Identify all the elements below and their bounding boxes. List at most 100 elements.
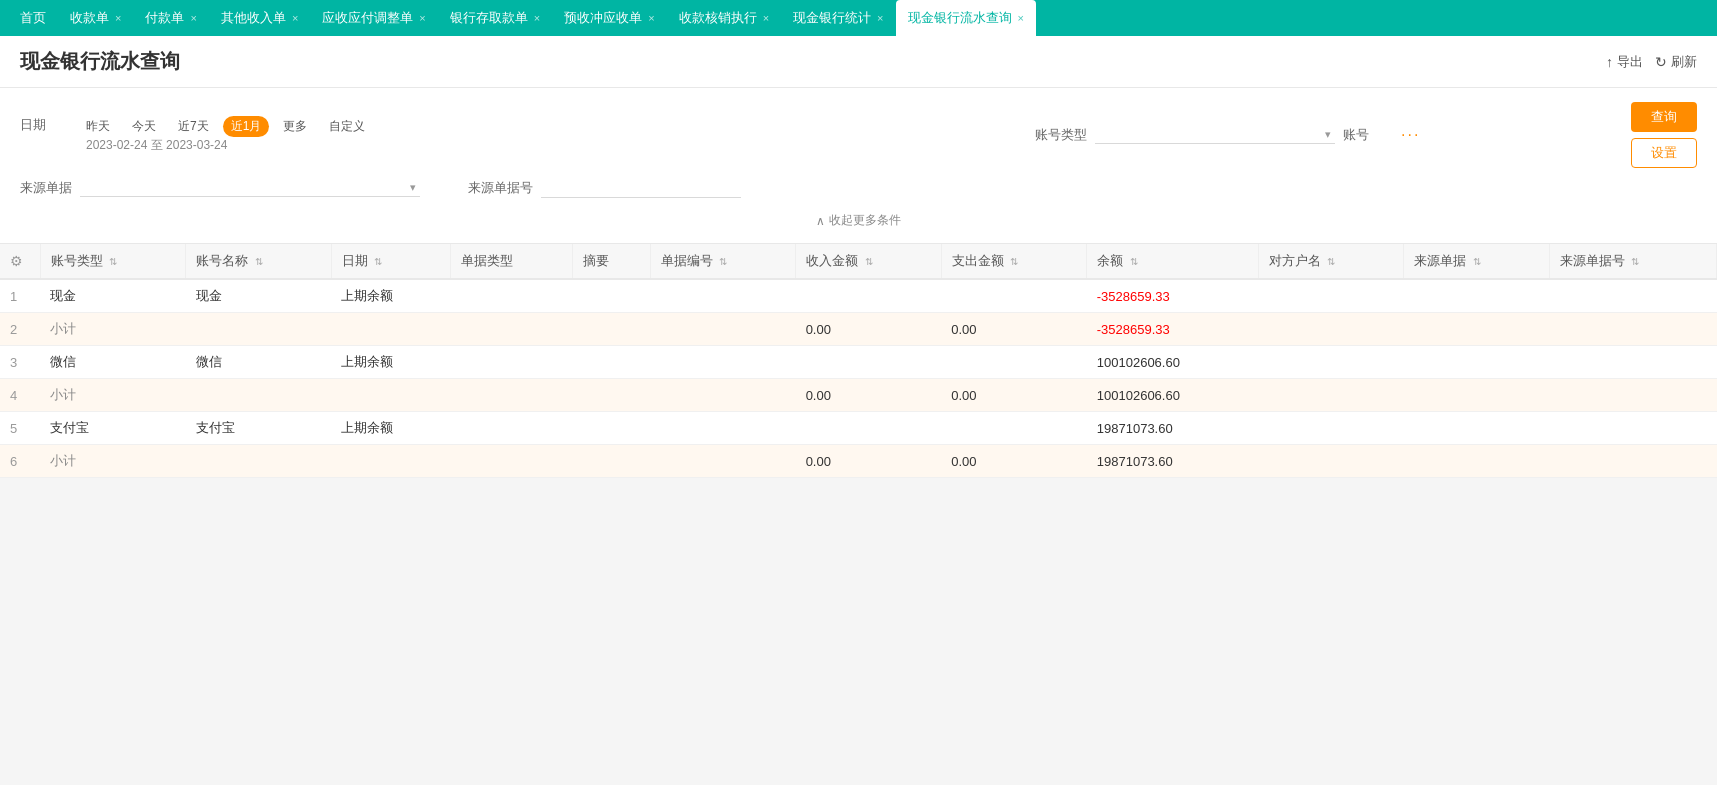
close-other-income-icon[interactable]: × bbox=[292, 12, 298, 24]
nav-home[interactable]: 首页 bbox=[8, 0, 58, 36]
cell-doc-no bbox=[650, 279, 796, 313]
table-row[interactable]: 2 小计 0.00 0.00 -3528659.33 bbox=[0, 313, 1717, 346]
cell-date: 上期余额 bbox=[331, 412, 451, 445]
sort-account-name-icon[interactable]: ⇅ bbox=[255, 256, 263, 267]
cell-balance: 19871073.60 bbox=[1087, 412, 1258, 445]
nav-advance-offset[interactable]: 预收冲应收单 × bbox=[552, 0, 666, 36]
close-verify-exec-icon[interactable]: × bbox=[763, 12, 769, 24]
close-cash-bank-flow-icon[interactable]: × bbox=[1018, 12, 1024, 24]
cell-account-name: 支付宝 bbox=[186, 412, 332, 445]
close-receipts-icon[interactable]: × bbox=[115, 12, 121, 24]
cell-counterparty bbox=[1258, 346, 1404, 379]
cell-summary bbox=[572, 313, 650, 346]
sort-doc-no-icon[interactable]: ⇅ bbox=[719, 256, 727, 267]
col-income[interactable]: 收入金额 ⇅ bbox=[796, 244, 942, 279]
cell-summary bbox=[572, 379, 650, 412]
cell-account-name bbox=[186, 379, 332, 412]
cell-expense: 0.00 bbox=[941, 313, 1087, 346]
sort-date-icon[interactable]: ⇅ bbox=[374, 256, 382, 267]
cell-source-doc bbox=[1404, 346, 1550, 379]
date-btn-today[interactable]: 今天 bbox=[124, 116, 164, 137]
nav-verify-exec[interactable]: 收款核销执行 × bbox=[667, 0, 781, 36]
nav-other-income[interactable]: 其他收入单 × bbox=[209, 0, 310, 36]
close-ap-adjust-icon[interactable]: × bbox=[419, 12, 425, 24]
col-doc-type: 单据类型 bbox=[451, 244, 572, 279]
close-cash-bank-stat-icon[interactable]: × bbox=[877, 12, 883, 24]
date-range-display: 2023-02-24 至 2023-03-24 bbox=[86, 137, 373, 154]
sort-balance-icon[interactable]: ⇅ bbox=[1130, 256, 1138, 267]
account-label: 账号 bbox=[1343, 126, 1393, 144]
date-btn-1month[interactable]: 近1月 bbox=[223, 116, 270, 137]
more-options-icon[interactable]: ··· bbox=[1401, 126, 1420, 144]
date-btn-yesterday[interactable]: 昨天 bbox=[78, 116, 118, 137]
cell-source-doc-no bbox=[1549, 279, 1716, 313]
filter-row-2: 来源单据 ▾ 来源单据号 bbox=[20, 178, 1697, 198]
col-doc-no[interactable]: 单据编号 ⇅ bbox=[650, 244, 796, 279]
cell-doc-no bbox=[650, 313, 796, 346]
col-counterparty[interactable]: 对方户名 ⇅ bbox=[1258, 244, 1404, 279]
refresh-button[interactable]: ↻ 刷新 bbox=[1655, 53, 1697, 71]
date-btn-custom[interactable]: 自定义 bbox=[321, 116, 373, 137]
col-settings[interactable]: ⚙ bbox=[0, 244, 40, 279]
account-type-label: 账号类型 bbox=[1035, 126, 1087, 144]
date-btn-7days[interactable]: 近7天 bbox=[170, 116, 217, 137]
cell-counterparty bbox=[1258, 279, 1404, 313]
cell-source-doc-no bbox=[1549, 346, 1716, 379]
sort-expense-icon[interactable]: ⇅ bbox=[1010, 256, 1018, 267]
cell-summary bbox=[572, 346, 650, 379]
table-row[interactable]: 6 小计 0.00 0.00 19871073.60 bbox=[0, 445, 1717, 478]
source-doc-chevron-icon: ▾ bbox=[410, 181, 416, 194]
nav-bank-deposit[interactable]: 银行存取款单 × bbox=[438, 0, 552, 36]
gear-icon[interactable]: ⚙ bbox=[10, 253, 23, 269]
table-row[interactable]: 1 现金 现金 上期余额 -3528659.33 bbox=[0, 279, 1717, 313]
cell-account-name bbox=[186, 313, 332, 346]
close-advance-offset-icon[interactable]: × bbox=[648, 12, 654, 24]
col-expense[interactable]: 支出金额 ⇅ bbox=[941, 244, 1087, 279]
query-button[interactable]: 查询 bbox=[1631, 102, 1697, 132]
date-btn-more[interactable]: 更多 bbox=[275, 116, 315, 137]
nav-payments[interactable]: 付款单 × bbox=[133, 0, 208, 36]
collapse-bar[interactable]: ∧ 收起更多条件 bbox=[20, 208, 1697, 233]
sort-account-type-icon[interactable]: ⇅ bbox=[109, 256, 117, 267]
source-doc-select[interactable]: ▾ bbox=[80, 179, 420, 197]
cell-expense bbox=[941, 412, 1087, 445]
col-date[interactable]: 日期 ⇅ bbox=[331, 244, 451, 279]
cell-date bbox=[331, 313, 451, 346]
source-doc-no-input[interactable] bbox=[541, 178, 741, 198]
chevron-down-icon: ▾ bbox=[1325, 128, 1331, 141]
cell-source-doc bbox=[1404, 445, 1550, 478]
col-source-doc[interactable]: 来源单据 ⇅ bbox=[1404, 244, 1550, 279]
sort-income-icon[interactable]: ⇅ bbox=[865, 256, 873, 267]
cell-doc-type bbox=[451, 445, 572, 478]
col-source-doc-no[interactable]: 来源单据号 ⇅ bbox=[1549, 244, 1716, 279]
sort-counterparty-icon[interactable]: ⇅ bbox=[1327, 256, 1335, 267]
cell-doc-no bbox=[650, 412, 796, 445]
data-table: ⚙ 账号类型 ⇅ 账号名称 ⇅ 日期 ⇅ 单据类型 摘要 bbox=[0, 244, 1717, 478]
table-row[interactable]: 3 微信 微信 上期余额 100102606.60 bbox=[0, 346, 1717, 379]
col-balance[interactable]: 余额 ⇅ bbox=[1087, 244, 1258, 279]
nav-cash-bank-flow[interactable]: 现金银行流水查询 × bbox=[896, 0, 1036, 36]
export-button[interactable]: ↑ 导出 bbox=[1606, 53, 1643, 71]
col-account-name[interactable]: 账号名称 ⇅ bbox=[186, 244, 332, 279]
cell-summary bbox=[572, 412, 650, 445]
page-header: 现金银行流水查询 ↑ 导出 ↻ 刷新 bbox=[0, 36, 1717, 88]
table-row[interactable]: 4 小计 0.00 0.00 100102606.60 bbox=[0, 379, 1717, 412]
cell-income bbox=[796, 346, 942, 379]
account-type-select[interactable]: ▾ bbox=[1095, 126, 1335, 144]
table-row[interactable]: 5 支付宝 支付宝 上期余额 19871073.60 bbox=[0, 412, 1717, 445]
col-account-type[interactable]: 账号类型 ⇅ bbox=[40, 244, 186, 279]
setting-button[interactable]: 设置 bbox=[1631, 138, 1697, 168]
date-label: 日期 bbox=[20, 116, 70, 134]
nav-cash-bank-stat[interactable]: 现金银行统计 × bbox=[781, 0, 895, 36]
sort-source-doc-no-icon[interactable]: ⇅ bbox=[1631, 256, 1639, 267]
close-bank-deposit-icon[interactable]: × bbox=[534, 12, 540, 24]
cell-account-type: 现金 bbox=[40, 279, 186, 313]
close-payments-icon[interactable]: × bbox=[190, 12, 196, 24]
cell-balance: 19871073.60 bbox=[1087, 445, 1258, 478]
cell-date bbox=[331, 445, 451, 478]
nav-receipts[interactable]: 收款单 × bbox=[58, 0, 133, 36]
collapse-icon: ∧ bbox=[816, 214, 825, 228]
cell-income: 0.00 bbox=[796, 379, 942, 412]
sort-source-doc-icon[interactable]: ⇅ bbox=[1473, 256, 1481, 267]
nav-ap-adjust[interactable]: 应收应付调整单 × bbox=[310, 0, 437, 36]
